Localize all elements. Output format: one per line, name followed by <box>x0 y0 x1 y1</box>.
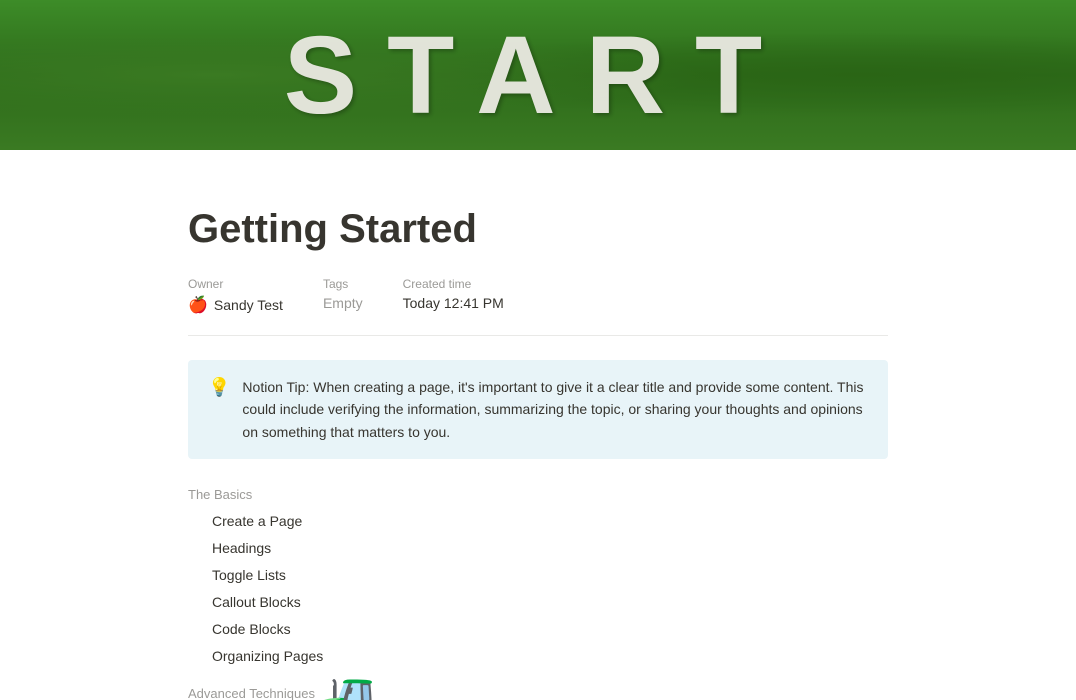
owner-meta: Owner 🍎 Sandy Test <box>188 277 283 315</box>
toc-item-callout-blocks[interactable]: Callout Blocks <box>188 589 888 616</box>
toc-items-basics: Create a Page Headings Toggle Lists Call… <box>188 508 888 670</box>
page-title[interactable]: Getting Started <box>188 205 888 253</box>
cover-text: START <box>284 12 792 139</box>
toc-item-organizing-pages[interactable]: Organizing Pages <box>188 643 888 670</box>
created-label: Created time <box>403 277 504 291</box>
toc-item-create-page[interactable]: Create a Page <box>188 508 888 535</box>
callout-text: Notion Tip: When creating a page, it's i… <box>242 376 868 443</box>
toc-group-header-advanced[interactable]: Advanced Techniques <box>188 686 888 700</box>
toc-item-headings[interactable]: Headings <box>188 535 888 562</box>
callout-icon: 💡 <box>208 377 230 398</box>
toc-item-code-blocks[interactable]: Code Blocks <box>188 616 888 643</box>
owner-value[interactable]: 🍎 Sandy Test <box>188 295 283 315</box>
content-area: 🚜 Getting Started Owner 🍎 Sandy Test Tag… <box>88 205 988 700</box>
tags-label: Tags <box>323 277 363 291</box>
metadata-section: Owner 🍎 Sandy Test Tags Empty Created ti… <box>188 277 888 315</box>
divider <box>188 335 888 336</box>
owner-label: Owner <box>188 277 283 291</box>
created-value: Today 12:41 PM <box>403 295 504 311</box>
owner-avatar: 🍎 <box>188 295 208 315</box>
toc-group-basics: The Basics Create a Page Headings Toggle… <box>188 487 888 670</box>
page-container: START 🚜 Getting Started Owner 🍎 Sandy Te… <box>0 0 1076 700</box>
created-meta: Created time Today 12:41 PM <box>403 277 504 311</box>
toc-group-advanced: Advanced Techniques <box>188 686 888 700</box>
page-icon[interactable]: 🚜 <box>308 671 383 700</box>
title-section: Getting Started <box>188 205 888 253</box>
callout-block: 💡 Notion Tip: When creating a page, it's… <box>188 360 888 459</box>
toc-section: The Basics Create a Page Headings Toggle… <box>188 487 888 700</box>
owner-name: Sandy Test <box>214 297 283 313</box>
cover-image: START <box>0 0 1076 150</box>
tags-meta: Tags Empty <box>323 277 363 311</box>
tags-value[interactable]: Empty <box>323 295 363 311</box>
toc-item-toggle-lists[interactable]: Toggle Lists <box>188 562 888 589</box>
cover-grass: START <box>0 0 1076 150</box>
toc-group-header-basics[interactable]: The Basics <box>188 487 888 502</box>
